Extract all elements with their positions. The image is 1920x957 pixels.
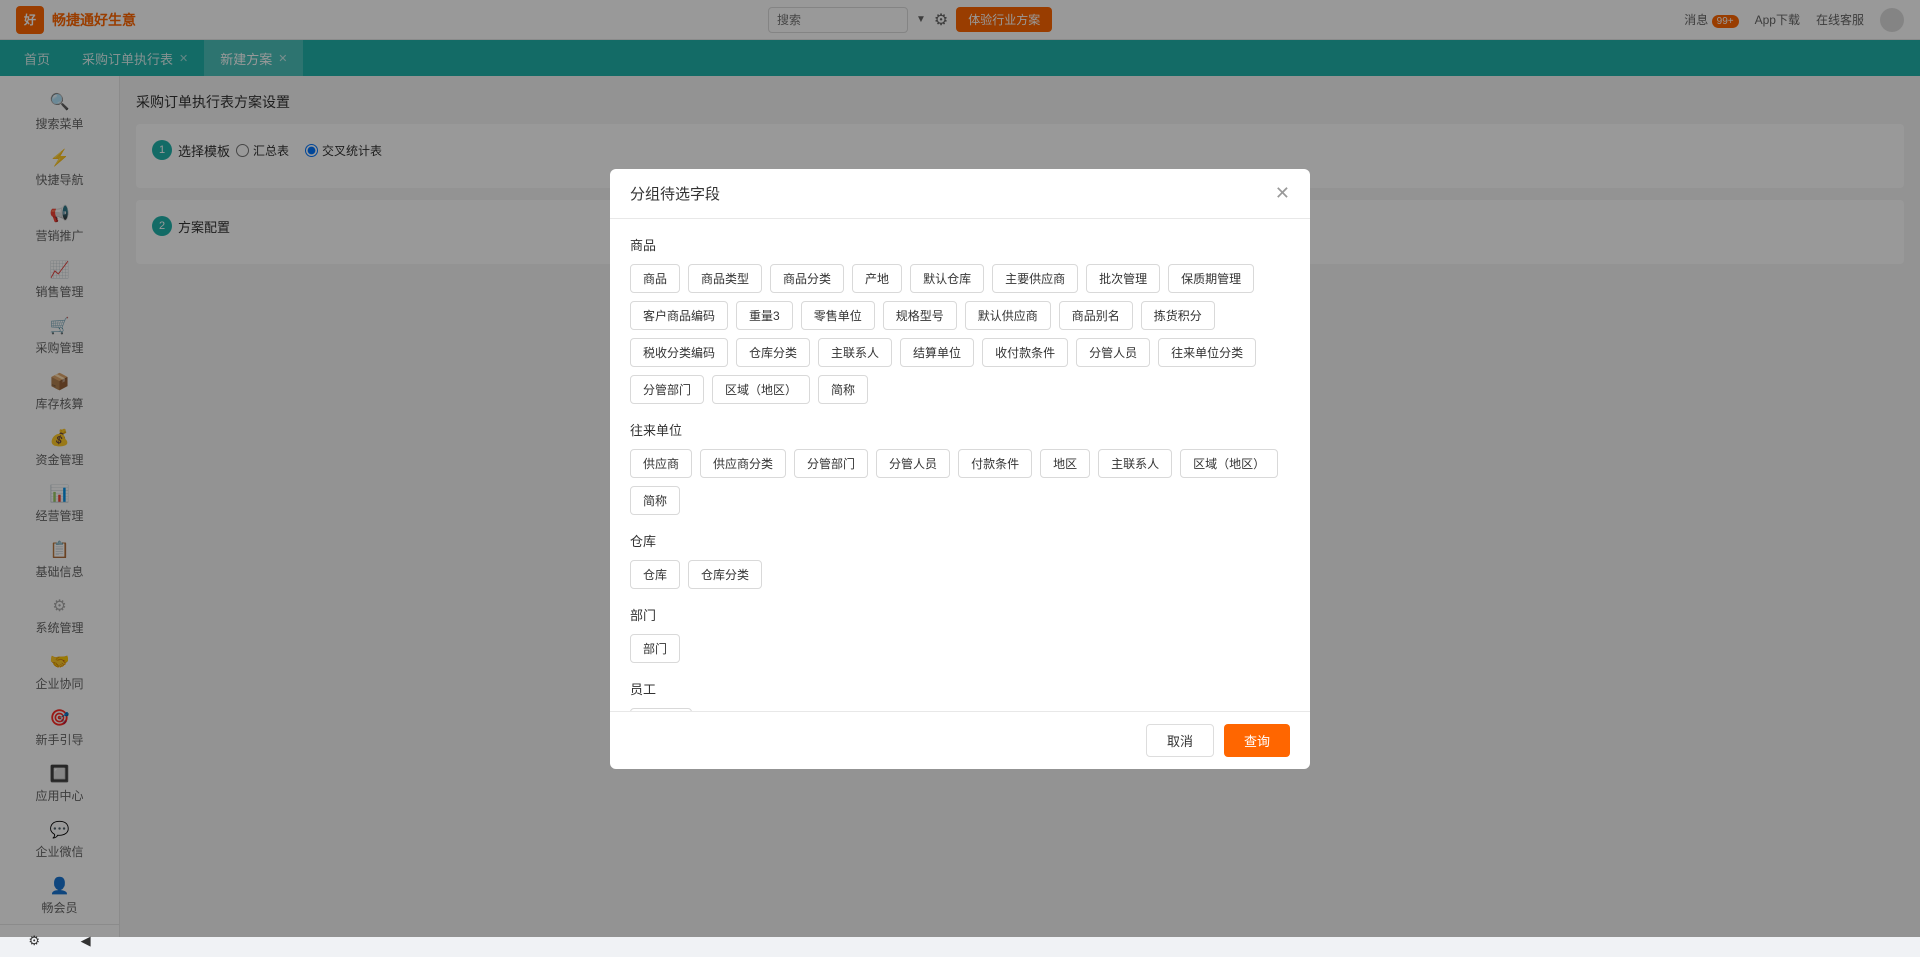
field-tag-零售单位[interactable]: 零售单位 <box>801 301 875 330</box>
modal-title: 分组待选字段 <box>630 183 720 204</box>
field-tag-主联系人[interactable]: 主联系人 <box>818 338 892 367</box>
confirm-button[interactable]: 查询 <box>1224 724 1290 757</box>
field-tag-地区[interactable]: 地区 <box>1040 449 1090 478</box>
section-title-product: 商品 <box>630 235 1290 254</box>
field-tag-商品类型[interactable]: 商品类型 <box>688 264 762 293</box>
field-tag-产地[interactable]: 产地 <box>852 264 902 293</box>
section-title-staff: 员工 <box>630 679 1290 698</box>
field-tag-区域（地区）[interactable]: 区域（地区） <box>712 375 810 404</box>
field-tag-供应商[interactable]: 供应商 <box>630 449 692 478</box>
field-grid-product: 商品商品类型商品分类产地默认仓库主要供应商批次管理保质期管理客户商品编码重量3 零… <box>630 264 1290 404</box>
field-tag-重量3[interactable]: 重量3 <box>736 301 793 330</box>
field-tag-主要供应商[interactable]: 主要供应商 <box>992 264 1078 293</box>
field-tag-默认仓库[interactable]: 默认仓库 <box>910 264 984 293</box>
field-tag-批次管理[interactable]: 批次管理 <box>1086 264 1160 293</box>
section-title-dept: 部门 <box>630 605 1290 624</box>
field-tag-商品分类[interactable]: 商品分类 <box>770 264 844 293</box>
field-grid-warehouse: 仓库仓库分类 <box>630 560 1290 589</box>
cancel-button[interactable]: 取消 <box>1146 724 1214 757</box>
field-tag-区域（地区）[interactable]: 区域（地区） <box>1180 449 1278 478</box>
field-tag-仓库分类[interactable]: 仓库分类 <box>688 560 762 589</box>
field-grid-dept: 部门 <box>630 634 1290 663</box>
field-tag-分管人员[interactable]: 分管人员 <box>876 449 950 478</box>
field-tag-往来单位分类[interactable]: 往来单位分类 <box>1158 338 1256 367</box>
field-tag-简称[interactable]: 简称 <box>818 375 868 404</box>
field-tag-默认供应商[interactable]: 默认供应商 <box>965 301 1051 330</box>
field-tag-商品别名[interactable]: 商品别名 <box>1059 301 1133 330</box>
field-tag-简称[interactable]: 简称 <box>630 486 680 515</box>
modal-overlay: 分组待选字段 ✕ 商品 商品商品类型商品分类产地默认仓库主要供应商批次管理保质期… <box>0 0 1920 937</box>
field-tag-分管部门[interactable]: 分管部门 <box>630 375 704 404</box>
field-tag-规格型号[interactable]: 规格型号 <box>883 301 957 330</box>
field-tag-税收分类编码[interactable]: 税收分类编码 <box>630 338 728 367</box>
modal-header: 分组待选字段 ✕ <box>610 169 1310 219</box>
field-tag-主联系人[interactable]: 主联系人 <box>1098 449 1172 478</box>
field-tag-仓库分类[interactable]: 仓库分类 <box>736 338 810 367</box>
modal: 分组待选字段 ✕ 商品 商品商品类型商品分类产地默认仓库主要供应商批次管理保质期… <box>610 169 1310 769</box>
modal-close-button[interactable]: ✕ <box>1275 183 1290 204</box>
modal-body: 商品 商品商品类型商品分类产地默认仓库主要供应商批次管理保质期管理客户商品编码重… <box>610 219 1310 711</box>
field-tag-付款条件[interactable]: 付款条件 <box>958 449 1032 478</box>
field-tag-收付款条件[interactable]: 收付款条件 <box>982 338 1068 367</box>
section-title-warehouse: 仓库 <box>630 531 1290 550</box>
section-title-partner: 往来单位 <box>630 420 1290 439</box>
field-tag-分管部门[interactable]: 分管部门 <box>794 449 868 478</box>
field-tag-保质期管理[interactable]: 保质期管理 <box>1168 264 1254 293</box>
field-grid-partner: 供应商供应商分类分管部门分管人员付款条件地区主联系人区域（地区） 简称 <box>630 449 1290 515</box>
field-tag-结算单位[interactable]: 结算单位 <box>900 338 974 367</box>
field-tag-仓库[interactable]: 仓库 <box>630 560 680 589</box>
field-tag-部门[interactable]: 部门 <box>630 634 680 663</box>
modal-footer: 取消 查询 <box>610 711 1310 769</box>
field-tag-拣货积分[interactable]: 拣货积分 <box>1141 301 1215 330</box>
field-tag-供应商分类[interactable]: 供应商分类 <box>700 449 786 478</box>
field-tag-商品[interactable]: 商品 <box>630 264 680 293</box>
field-tag-分管人员[interactable]: 分管人员 <box>1076 338 1150 367</box>
field-tag-客户商品编码[interactable]: 客户商品编码 <box>630 301 728 330</box>
